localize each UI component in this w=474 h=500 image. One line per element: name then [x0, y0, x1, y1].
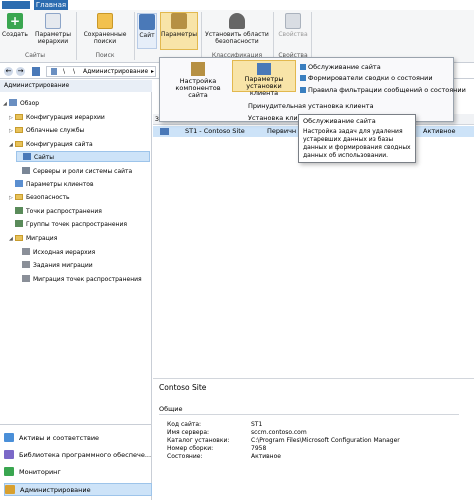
divider	[134, 12, 135, 60]
back-arrow-icon[interactable]: ←	[4, 67, 13, 76]
forward-arrow-icon[interactable]: →	[16, 67, 25, 76]
folder-icon	[15, 114, 23, 120]
workspace-monitoring[interactable]: Мониторинг	[4, 466, 152, 479]
tree-item-hierarchy[interactable]: ▷ Конфигурация иерархии	[9, 112, 105, 123]
server-icon	[22, 167, 30, 174]
menu-item-site-maintenance[interactable]: Обслуживание сайта	[300, 62, 381, 72]
folder-icon	[15, 141, 23, 147]
administration-icon	[5, 485, 15, 494]
distribution-point-icon	[15, 207, 23, 214]
tree-item-site-system-servers[interactable]: Серверы и роли системы сайта	[16, 166, 132, 177]
tree-item-cloud-services[interactable]: ▷ Облачные службы	[9, 125, 84, 136]
migration-jobs-icon	[22, 261, 30, 268]
menu-item-status-summarizers[interactable]: Формирователи сводки о состоянии	[300, 73, 433, 83]
overview-icon	[9, 99, 17, 106]
address-bar[interactable]: \ \ Администрирование ▸	[46, 66, 156, 77]
saved-search-icon	[97, 13, 113, 29]
menu-item-status-filter-rules[interactable]: Правила фильтрации сообщений о состоянии	[300, 85, 466, 95]
hierarchy-params-button[interactable]: Параметры иерархии	[33, 13, 73, 45]
sites-icon	[23, 153, 31, 160]
settings-icon	[171, 13, 187, 29]
library-icon	[4, 450, 14, 459]
file-menu-tab[interactable]	[2, 1, 30, 9]
client-install-settings-button[interactable]: Параметры установки клиента	[232, 60, 296, 97]
params-button[interactable]: Параметры	[160, 12, 198, 50]
ribbon: Главная + Создать Параметры иерархии Сох…	[0, 0, 474, 63]
tree-item-dp-migration[interactable]: Миграция точек распространения	[16, 274, 142, 285]
maintenance-icon	[300, 64, 306, 70]
folder-icon	[15, 194, 23, 200]
components-icon	[191, 62, 205, 76]
site-button[interactable]: Сайт	[137, 13, 157, 49]
hierarchy-icon	[45, 13, 61, 29]
site-icon	[139, 14, 155, 30]
workspace-software-library[interactable]: Библиотека программного обеспече...	[4, 449, 152, 462]
tooltip-text: Настройка задач для удаления устаревших …	[303, 128, 411, 159]
workspace-administration[interactable]: Администрирование	[4, 483, 152, 496]
summarizer-icon	[300, 75, 306, 81]
group-label-search: Поиск	[95, 52, 115, 59]
tree-item-sites[interactable]: Сайты	[16, 151, 150, 162]
filter-icon	[300, 87, 306, 93]
tab-home[interactable]: Главная	[34, 0, 68, 10]
divider	[311, 12, 312, 60]
tree-item-distribution-points[interactable]: Точки распространения	[9, 206, 102, 217]
saved-searches-button[interactable]: Сохраненные поиски	[80, 13, 130, 45]
tooltip-title: Обслуживание сайта	[303, 117, 376, 125]
folder-icon	[15, 235, 23, 241]
tree-item-site-config[interactable]: ◢ Конфигурация сайта	[9, 139, 93, 150]
tab-bar: Главная	[0, 0, 474, 10]
lock-icon	[229, 13, 245, 29]
tooltip: Обслуживание сайта Настройка задач для у…	[298, 114, 416, 163]
dp-group-icon	[15, 220, 23, 227]
navigation-pane: Администрирование ◢ Обзор ▷ Конфигурация и…	[0, 80, 152, 500]
tree-item-dp-groups[interactable]: Группы точек распространения	[9, 219, 127, 230]
divider	[159, 414, 459, 415]
monitoring-icon	[4, 467, 14, 476]
pane-title: Администрирование	[0, 80, 152, 92]
site-icon	[160, 128, 169, 135]
details-pane: Contoso Site Общие Код сайта: ST1 Имя се…	[153, 378, 474, 500]
divider	[273, 12, 274, 60]
plus-icon: +	[7, 13, 23, 29]
site-components-button[interactable]: Настройка компонентов сайта	[166, 62, 230, 99]
section-title: Общие	[159, 405, 183, 413]
breadcrumb[interactable]: Администрирование	[83, 67, 148, 76]
set-security-scopes-button[interactable]: Установить области безопасности	[204, 13, 270, 45]
dp-migration-icon	[22, 275, 30, 282]
properties-icon	[285, 13, 301, 29]
menu-item-client-push[interactable]: Принудительная установка клиента	[248, 101, 374, 111]
console-icon	[32, 67, 40, 76]
chevron-right-icon: ▸	[151, 68, 155, 75]
tree-item-source-hierarchy[interactable]: Исходная иерархия	[16, 247, 95, 258]
folder-icon	[15, 127, 23, 133]
assets-icon	[4, 433, 14, 442]
divider	[76, 12, 77, 60]
divider	[201, 12, 202, 60]
tree-item-migration-jobs[interactable]: Задания миграции	[16, 260, 93, 271]
tree-item-migration[interactable]: ◢ Миграция	[9, 233, 57, 244]
group-label-sites: Сайты	[25, 52, 45, 59]
properties-button[interactable]: Свойства	[278, 13, 308, 38]
tree-item-security[interactable]: ▷ Безопасность	[9, 192, 70, 203]
details-title: Contoso Site	[159, 383, 207, 392]
divider	[0, 424, 152, 425]
source-hierarchy-icon	[22, 248, 30, 255]
client-settings-icon	[15, 180, 23, 187]
create-button[interactable]: + Создать	[2, 13, 28, 38]
tree-item-overview[interactable]: ◢ Обзор	[3, 98, 39, 109]
params-dropdown: Настройка компонентов сайта Параметры ус…	[159, 57, 466, 122]
root-icon	[51, 68, 57, 75]
tree-item-client-settings[interactable]: Параметры клиентов	[9, 179, 94, 190]
workspace-assets[interactable]: Активы и соответствие	[4, 432, 152, 445]
client-install-icon	[257, 63, 271, 75]
